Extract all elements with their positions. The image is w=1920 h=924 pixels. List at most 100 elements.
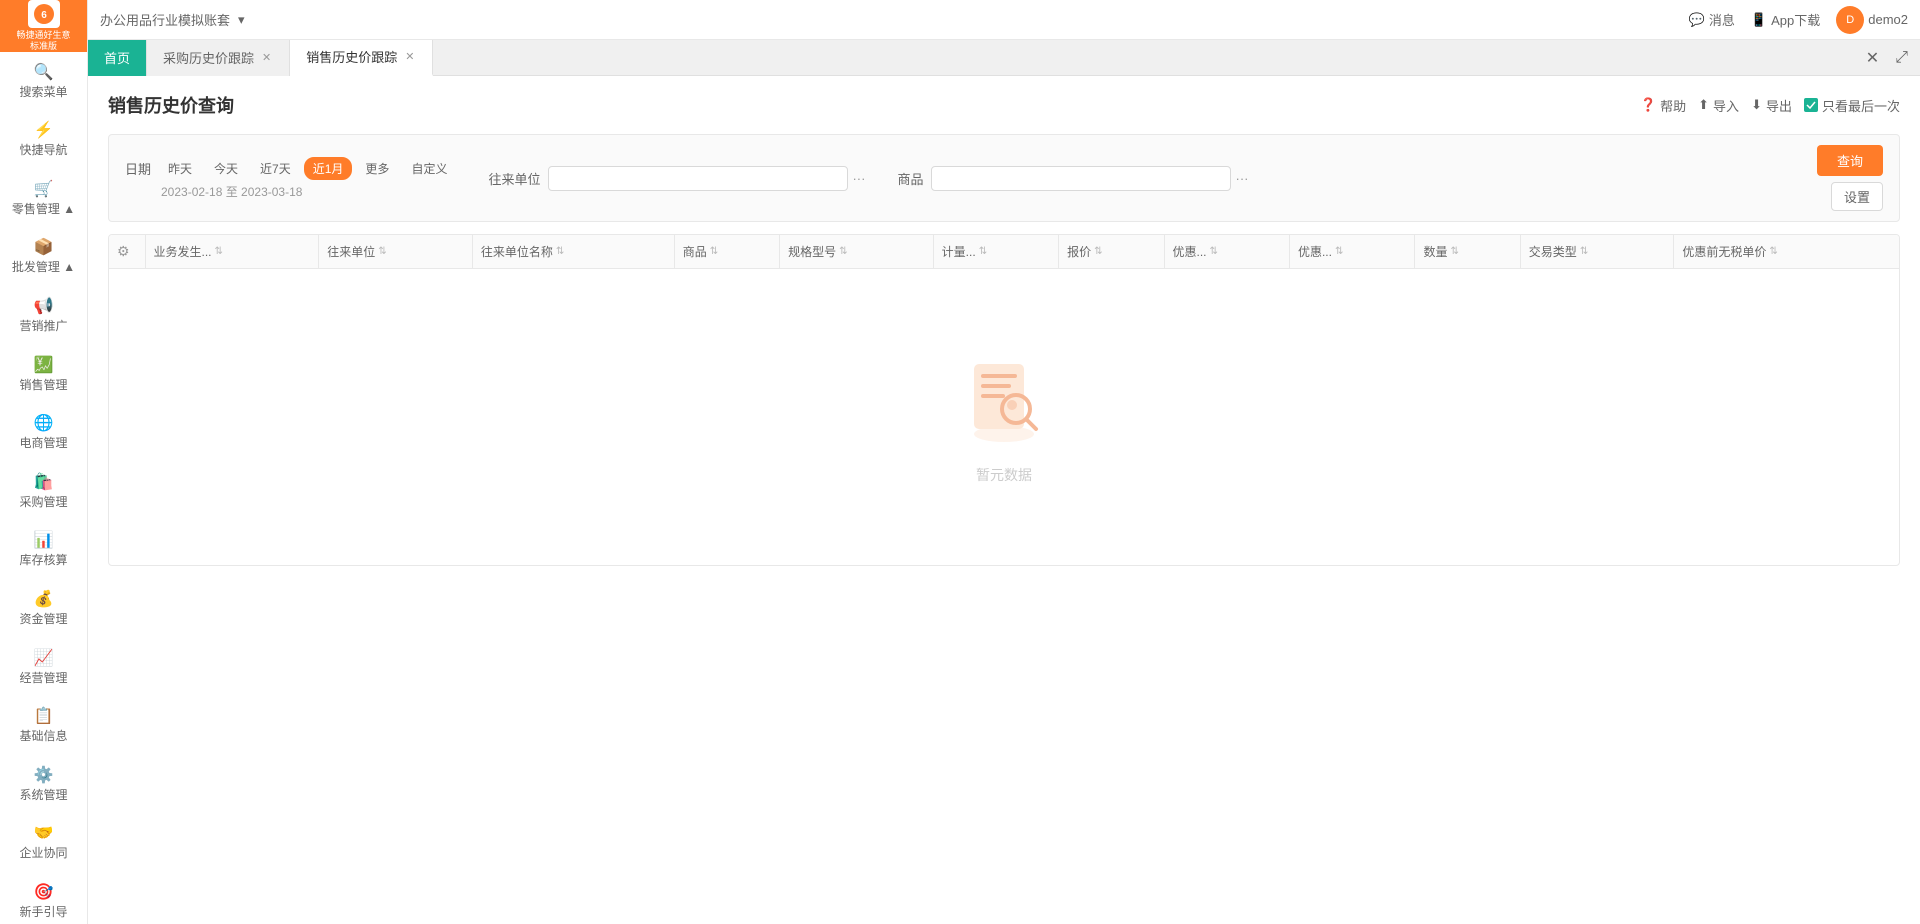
- th-settings[interactable]: ⚙: [109, 235, 145, 269]
- th-discount1[interactable]: 优惠... ⇅: [1164, 235, 1289, 269]
- sidebar-item-finance-mgmt[interactable]: 💰 资金管理: [0, 579, 88, 638]
- partner-input[interactable]: [548, 166, 848, 191]
- sort-icon-quantity: ⇅: [1450, 246, 1458, 257]
- tabbar-controls: ✕ ⤢: [1862, 46, 1920, 70]
- tab-sales-history-close[interactable]: ✕: [403, 49, 416, 64]
- date-btn-more[interactable]: 更多: [356, 157, 398, 180]
- sidebar-label-wholesale-mgmt: 批发管理 ▲: [12, 260, 75, 276]
- help-btn[interactable]: ❓ 帮助: [1640, 96, 1686, 115]
- message-btn[interactable]: 💬 消息: [1689, 10, 1735, 29]
- help-icon: ❓: [1640, 97, 1656, 113]
- sort-icon-business-date: ⇅: [215, 246, 223, 257]
- sort-icon-unit: ⇅: [979, 246, 987, 257]
- sort-icon-spec: ⇅: [839, 246, 847, 257]
- main-area: 办公用品行业模拟账套 ▾ 💬 消息 📱 App下载 D demo2: [88, 0, 1920, 924]
- fullscreen-btn[interactable]: ⤢: [1891, 47, 1912, 69]
- sidebar-label-system-mgmt: 系统管理: [19, 788, 67, 804]
- tab-purchase-history-close[interactable]: ✕: [260, 50, 273, 65]
- filter-section: 日期 昨天 今天 近7天 近1月 更多 自定义: [125, 145, 1883, 211]
- content-area: 销售历史价查询 ❓ 帮助 ⬆ 导入 ⬇ 导出: [88, 76, 1920, 924]
- sidebar-icon-ecommerce: 🌐: [34, 413, 54, 433]
- date-btn-yesterday[interactable]: 昨天: [159, 157, 201, 180]
- sidebar-label-quick-nav: 快捷导航: [19, 143, 67, 159]
- sidebar-item-system-mgmt[interactable]: ⚙️ 系统管理: [0, 755, 88, 814]
- th-quantity[interactable]: 数量 ⇅: [1415, 235, 1520, 269]
- filter-top-row: 日期 昨天 今天 近7天 近1月 更多 自定义: [125, 145, 1883, 211]
- message-icon: 💬: [1689, 12, 1705, 28]
- topbar-dropdown-btn[interactable]: ▾: [238, 12, 245, 28]
- th-product-label: 商品: [683, 243, 707, 260]
- th-spec[interactable]: 规格型号 ⇅: [780, 235, 934, 269]
- setting-button[interactable]: 设置: [1831, 182, 1883, 211]
- sort-icon-discount2: ⇅: [1335, 246, 1343, 257]
- sidebar-label-new-guide: 新手引导: [19, 905, 67, 921]
- tab-home-label: 首页: [104, 48, 130, 67]
- sidebar-item-quick-nav[interactable]: ⚡ 快捷导航: [0, 110, 88, 169]
- tab-purchase-history[interactable]: 采购历史价跟踪 ✕: [147, 40, 290, 76]
- sidebar-icon-sales-mgmt: 💹: [34, 355, 54, 375]
- product-input-group: ···: [931, 166, 1248, 191]
- user-profile-btn[interactable]: D demo2: [1836, 6, 1908, 34]
- partner-filter-group: 往来单位 ···: [488, 166, 865, 191]
- sidebar-item-enterprise-collab[interactable]: 🤝 企业协同: [0, 813, 88, 872]
- th-discount2[interactable]: 优惠... ⇅: [1289, 235, 1414, 269]
- th-partner-name[interactable]: 往来单位名称 ⇅: [472, 235, 674, 269]
- message-label: 消息: [1709, 10, 1735, 29]
- tab-sales-history[interactable]: 销售历史价跟踪 ✕: [290, 40, 433, 76]
- export-btn[interactable]: ⬇ 导出: [1751, 96, 1792, 115]
- date-btn-7days[interactable]: 近7天: [251, 157, 300, 180]
- table-container: ⚙ 业务发生... ⇅ 往来单位: [108, 234, 1900, 566]
- sidebar-label-search-menu: 搜索菜单: [19, 85, 67, 101]
- date-btn-1month[interactable]: 近1月: [304, 157, 353, 180]
- sidebar-item-operations[interactable]: 📈 经营管理: [0, 638, 88, 697]
- product-filter-label: 商品: [897, 169, 923, 188]
- th-business-date[interactable]: 业务发生... ⇅: [145, 235, 319, 269]
- tab-purchase-history-label: 采购历史价跟踪: [163, 48, 254, 67]
- logo-icon: 6: [28, 0, 60, 28]
- tab-home[interactable]: 首页: [88, 40, 147, 76]
- app-logo[interactable]: 6 畅捷通好生意 标准版: [0, 0, 88, 52]
- table-header-row: ⚙ 业务发生... ⇅ 往来单位: [109, 235, 1899, 269]
- page-title-bar: 销售历史价查询 ❓ 帮助 ⬆ 导入 ⬇ 导出: [108, 92, 1900, 118]
- sidebar-icon-system-mgmt: ⚙️: [34, 765, 54, 785]
- topbar-right: 💬 消息 📱 App下载 D demo2: [1689, 6, 1908, 34]
- only-last-checkbox[interactable]: 只看最后一次: [1804, 96, 1900, 115]
- app-download-btn[interactable]: 📱 App下载: [1751, 10, 1820, 29]
- sidebar-item-marketing[interactable]: 📢 营销推广: [0, 286, 88, 345]
- sidebar-item-search-menu[interactable]: 🔍 搜索菜单: [0, 52, 88, 111]
- sidebar-item-ecommerce[interactable]: 🌐 电商管理: [0, 403, 88, 462]
- sort-icon-partner-name: ⇅: [556, 246, 564, 257]
- topbar-left: 办公用品行业模拟账套 ▾: [100, 10, 245, 29]
- tabbar: 首页 采购历史价跟踪 ✕ 销售历史价跟踪 ✕ ✕ ⤢: [88, 40, 1920, 76]
- sidebar-item-retail-mgmt[interactable]: 🛒 零售管理 ▲: [0, 169, 88, 228]
- sidebar-items: 🔍 搜索菜单 ⚡ 快捷导航 🛒 零售管理 ▲ 📦 批发管理 ▲ 📢 营销推广 💹…: [0, 52, 88, 924]
- date-btn-custom[interactable]: 自定义: [402, 157, 456, 180]
- th-price[interactable]: 报价 ⇅: [1059, 235, 1164, 269]
- partner-ellipsis-btn[interactable]: ···: [852, 171, 865, 186]
- export-icon: ⬇: [1751, 97, 1762, 113]
- th-unit[interactable]: 计量... ⇅: [933, 235, 1058, 269]
- th-pre-tax-price[interactable]: 优惠前无税单价 ⇅: [1674, 235, 1899, 269]
- sidebar-item-purchase-mgmt[interactable]: 🛍️ 采购管理: [0, 462, 88, 521]
- product-ellipsis-btn[interactable]: ···: [1235, 171, 1248, 186]
- sort-icon-price: ⇅: [1094, 246, 1102, 257]
- sidebar-item-sales-mgmt[interactable]: 💹 销售管理: [0, 345, 88, 404]
- th-quantity-label: 数量: [1423, 243, 1447, 260]
- th-product[interactable]: 商品 ⇅: [674, 235, 779, 269]
- sidebar-item-inventory[interactable]: 📊 库存核算: [0, 520, 88, 579]
- query-button[interactable]: 查询: [1817, 145, 1883, 176]
- sidebar-icon-inventory: 📊: [34, 530, 54, 550]
- sidebar-item-basic-info[interactable]: 📋 基础信息: [0, 696, 88, 755]
- close-all-btn[interactable]: ✕: [1862, 46, 1883, 70]
- sidebar: 6 畅捷通好生意 标准版 🔍 搜索菜单 ⚡ 快捷导航 🛒 零售管理 ▲ 📦 批发…: [0, 0, 88, 924]
- filter-bar: 日期 昨天 今天 近7天 近1月 更多 自定义: [108, 134, 1900, 222]
- settings-icon[interactable]: ⚙: [117, 243, 130, 259]
- date-btn-today[interactable]: 今天: [205, 157, 247, 180]
- sidebar-item-wholesale-mgmt[interactable]: 📦 批发管理 ▲: [0, 227, 88, 286]
- import-btn[interactable]: ⬆ 导入: [1698, 96, 1739, 115]
- checkbox-icon: [1804, 98, 1818, 112]
- sidebar-item-new-guide[interactable]: 🎯 新手引导: [0, 872, 88, 924]
- th-trade-type[interactable]: 交易类型 ⇅: [1520, 235, 1674, 269]
- product-input[interactable]: [931, 166, 1231, 191]
- th-partner-code[interactable]: 往来单位 ⇅: [319, 235, 473, 269]
